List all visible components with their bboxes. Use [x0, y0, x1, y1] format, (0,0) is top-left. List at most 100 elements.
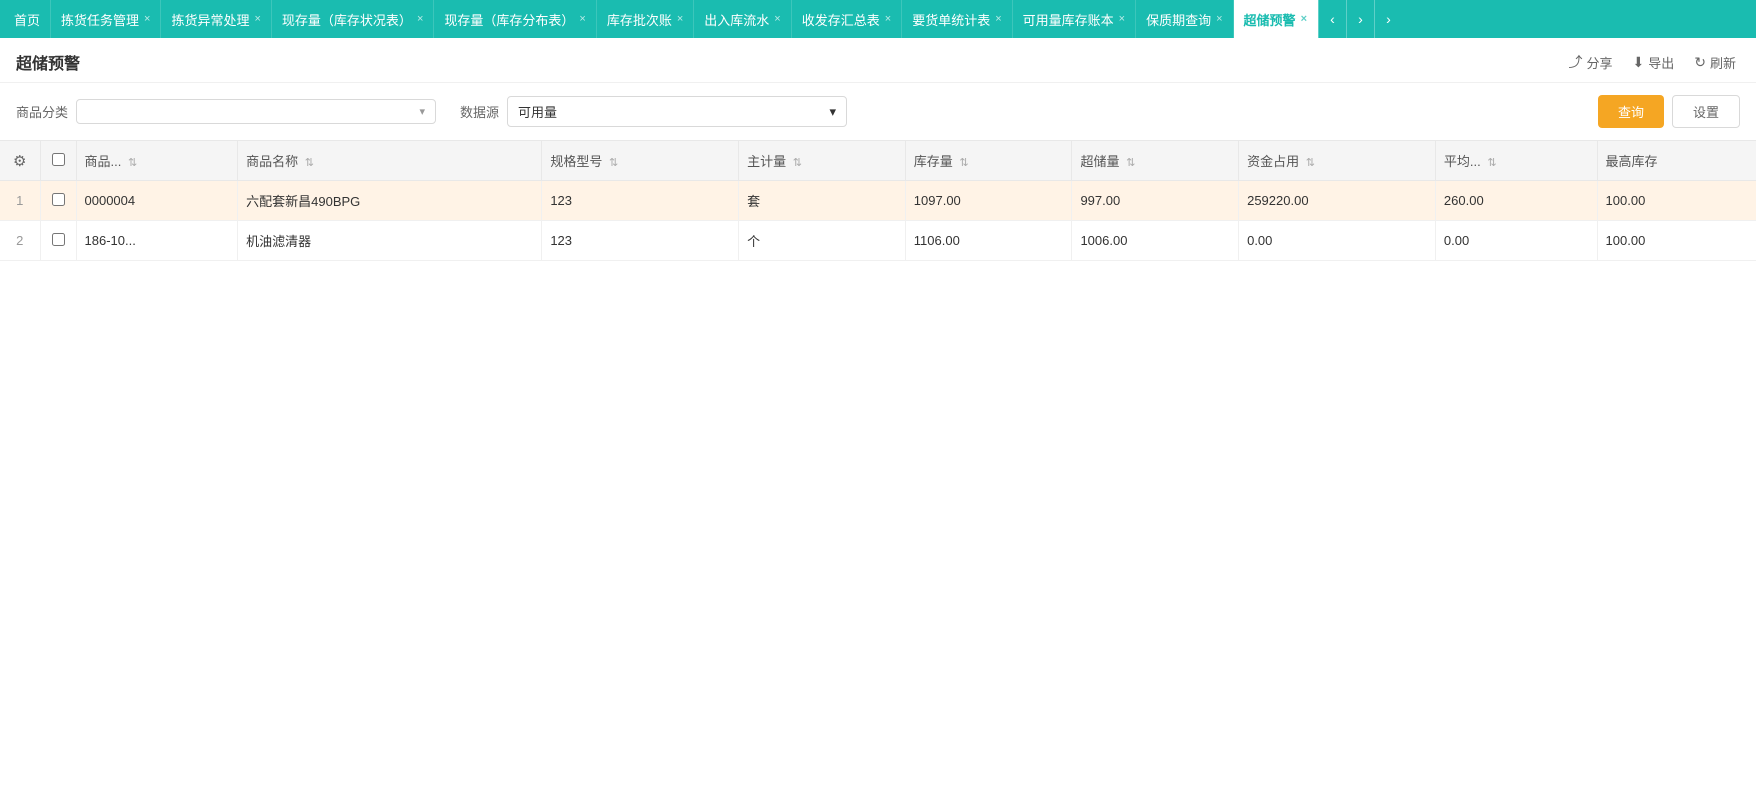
nav-tab-expiry[interactable]: 保质期查询 × — [1136, 0, 1233, 38]
col-header-avg[interactable]: 平均... ⇅ — [1435, 141, 1597, 181]
row-checkbox[interactable] — [52, 233, 65, 246]
col-header-unit[interactable]: 主计量 ⇅ — [739, 141, 906, 181]
close-icon[interactable]: × — [995, 13, 1001, 25]
row-checkbox[interactable] — [52, 193, 65, 206]
nav-tab-summary[interactable]: 收发存汇总表 × — [792, 0, 902, 38]
nav-tab-task[interactable]: 拣货任务管理 × — [51, 0, 161, 38]
col-header-capital[interactable]: 资金占用 ⇅ — [1239, 141, 1436, 181]
row-avg: 260.00 — [1435, 181, 1597, 221]
filter-buttons: 查询 设置 — [1598, 95, 1740, 128]
row-maxstock: 100.00 — [1597, 181, 1756, 221]
main-content: 超储预警 ⤴ 分享 ⬇ 导出 ↻ 刷新 商品分类 ▾ 数据源 — [0, 38, 1756, 800]
nav-tab-flow[interactable]: 出入库流水 × — [694, 0, 791, 38]
row-stock: 1097.00 — [905, 181, 1072, 221]
sort-icon: ⇅ — [609, 157, 618, 169]
row-num: 2 — [0, 221, 40, 261]
sort-icon: ⇅ — [793, 157, 802, 169]
query-button[interactable]: 查询 — [1598, 95, 1664, 128]
filter-area: 商品分类 ▾ 数据源 可用量 ▾ 查询 设置 — [0, 83, 1756, 140]
col-header-spec[interactable]: 规格型号 ⇅ — [542, 141, 739, 181]
settings-button[interactable]: 设置 — [1672, 95, 1740, 128]
col-header-maxstock[interactable]: 最高库存 — [1597, 141, 1756, 181]
export-icon: ⬇ — [1633, 54, 1645, 71]
page-title: 超储预警 — [16, 50, 80, 74]
col-settings: ⚙ — [0, 141, 40, 181]
datasource-select[interactable]: 可用量 ▾ — [507, 96, 847, 127]
close-icon[interactable]: × — [677, 13, 683, 25]
close-icon[interactable]: × — [885, 13, 891, 25]
category-filter: 商品分类 ▾ — [16, 99, 436, 124]
chevron-down-icon: ▾ — [419, 105, 425, 118]
row-capital: 0.00 — [1239, 221, 1436, 261]
row-spec: 123 — [542, 221, 739, 261]
sort-icon: ⇅ — [1487, 157, 1496, 169]
col-header-code[interactable]: 商品... ⇅ — [76, 141, 238, 181]
sort-icon: ⇅ — [305, 157, 314, 169]
refresh-button[interactable]: ↻ 刷新 — [1690, 51, 1740, 74]
col-header-overstock[interactable]: 超储量 ⇅ — [1072, 141, 1239, 181]
row-code: 186-10... — [76, 221, 238, 261]
row-num: 1 — [0, 181, 40, 221]
sort-icon: ⇅ — [959, 157, 968, 169]
close-icon[interactable]: × — [774, 13, 780, 25]
top-navigation: 首页 拣货任务管理 × 拣货异常处理 × 现存量（库存状况表） × 现存量（库存… — [0, 0, 1756, 38]
col-checkbox-header — [40, 141, 76, 181]
row-stock: 1106.00 — [905, 221, 1072, 261]
close-icon[interactable]: × — [579, 13, 585, 25]
table-row: 2 186-10... 机油滤清器 123 个 1106.00 1006.00 … — [0, 221, 1756, 261]
row-spec: 123 — [542, 181, 739, 221]
row-unit: 个 — [739, 221, 906, 261]
row-unit: 套 — [739, 181, 906, 221]
row-code: 0000004 — [76, 181, 238, 221]
chevron-down-icon: ▾ — [830, 104, 837, 120]
close-icon[interactable]: × — [1301, 13, 1307, 25]
data-table: ⚙ 商品... ⇅ 商品名称 ⇅ 规格型号 ⇅ — [0, 140, 1756, 261]
row-maxstock: 100.00 — [1597, 221, 1756, 261]
datasource-value: 可用量 — [518, 102, 557, 121]
nav-tab-order-stats[interactable]: 要货单统计表 × — [902, 0, 1012, 38]
datasource-filter: 数据源 可用量 ▾ — [460, 96, 847, 127]
nav-tab-home[interactable]: 首页 — [4, 0, 51, 38]
nav-tab-inventory-status[interactable]: 现存量（库存状况表） × — [272, 0, 434, 38]
close-icon[interactable]: × — [254, 13, 260, 25]
nav-tab-inventory-dist[interactable]: 现存量（库存分布表） × — [434, 0, 596, 38]
share-button[interactable]: ⤴ 分享 — [1564, 50, 1616, 74]
category-label: 商品分类 — [16, 102, 68, 121]
page-header: 超储预警 ⤴ 分享 ⬇ 导出 ↻ 刷新 — [0, 38, 1756, 83]
sort-icon: ⇅ — [1306, 157, 1315, 169]
row-checkbox-cell — [40, 221, 76, 261]
col-header-stock[interactable]: 库存量 ⇅ — [905, 141, 1072, 181]
nav-tab-overstock[interactable]: 超储预警 × — [1234, 0, 1318, 38]
table-row: 1 0000004 六配套新昌490BPG 123 套 1097.00 997.… — [0, 181, 1756, 221]
table-header-row: ⚙ 商品... ⇅ 商品名称 ⇅ 规格型号 ⇅ — [0, 141, 1756, 181]
export-button[interactable]: ⬇ 导出 — [1629, 51, 1679, 74]
nav-tab-batch[interactable]: 库存批次账 × — [597, 0, 694, 38]
row-checkbox-cell — [40, 181, 76, 221]
row-overstock: 997.00 — [1072, 181, 1239, 221]
gear-icon[interactable]: ⚙ — [13, 153, 26, 170]
sort-icon: ⇅ — [1126, 157, 1135, 169]
select-all-checkbox[interactable] — [52, 153, 65, 166]
row-avg: 0.00 — [1435, 221, 1597, 261]
nav-next-button[interactable]: › — [1346, 0, 1374, 38]
close-icon[interactable]: × — [417, 13, 423, 25]
close-icon[interactable]: × — [144, 13, 150, 25]
nav-tab-exception[interactable]: 拣货异常处理 × — [161, 0, 271, 38]
data-table-container: ⚙ 商品... ⇅ 商品名称 ⇅ 规格型号 ⇅ — [0, 140, 1756, 261]
category-select[interactable]: ▾ — [76, 99, 436, 124]
col-header-name[interactable]: 商品名称 ⇅ — [238, 141, 542, 181]
nav-prev-button[interactable]: ‹ — [1318, 0, 1346, 38]
sort-icon: ⇅ — [128, 157, 137, 169]
close-icon[interactable]: × — [1216, 13, 1222, 25]
share-icon: ⤴ — [1568, 52, 1582, 72]
close-icon[interactable]: × — [1119, 13, 1125, 25]
row-name: 六配套新昌490BPG — [238, 181, 542, 221]
row-capital: 259220.00 — [1239, 181, 1436, 221]
nav-more-button[interactable]: › — [1374, 0, 1402, 38]
row-name: 机油滤清器 — [238, 221, 542, 261]
nav-tab-available[interactable]: 可用量库存账本 × — [1013, 0, 1136, 38]
refresh-icon: ↻ — [1694, 54, 1706, 71]
row-overstock: 1006.00 — [1072, 221, 1239, 261]
datasource-label: 数据源 — [460, 102, 499, 121]
header-actions: ⤴ 分享 ⬇ 导出 ↻ 刷新 — [1564, 50, 1740, 74]
